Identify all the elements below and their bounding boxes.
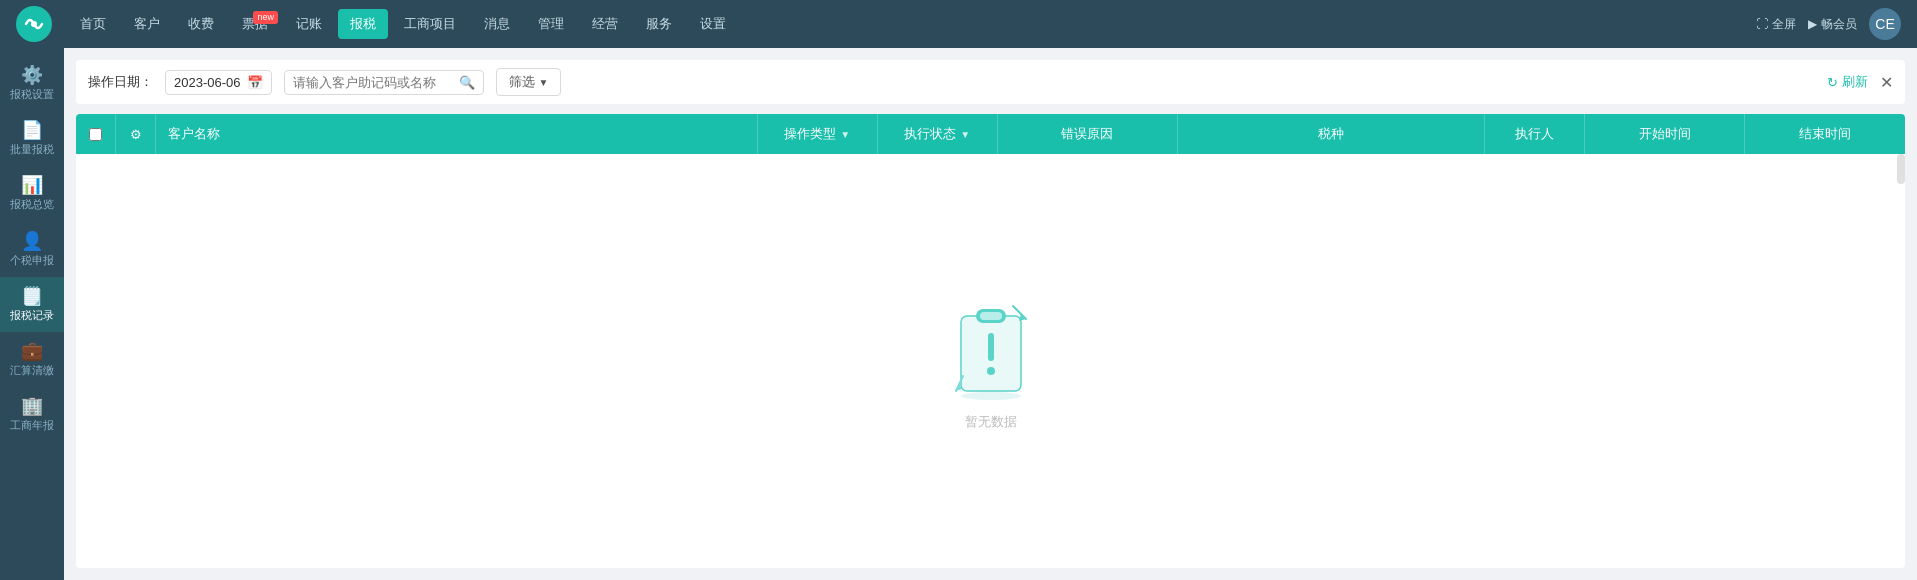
nav-item-customer[interactable]: 客户	[122, 9, 172, 39]
toolbar: 操作日期： 2023-06-06 📅 🔍 筛选 ▼ ↻ 刷新 ✕	[76, 60, 1905, 104]
member-icon: ▶	[1808, 17, 1817, 31]
nav-item-service[interactable]: 服务	[634, 9, 684, 39]
nav-item-fee[interactable]: 收费	[176, 9, 226, 39]
refresh-icon: ↻	[1827, 75, 1838, 90]
main-layout: ⚙️ 报税设置 📄 批量报税 📊 报税总览 👤 个税申报 🗒️ 报税记录 💼 汇…	[0, 48, 1917, 580]
th-gear[interactable]: ⚙	[116, 114, 156, 154]
sidebar-item-annual-report[interactable]: 🏢 工商年报	[0, 387, 64, 442]
top-nav: 首页 客户 收费 票据 new 记账 报税 工商项目 消息 管理 经营 服务 设…	[0, 0, 1917, 48]
sidebar-label-tax-settings: 报税设置	[10, 88, 54, 101]
nav-item-biz[interactable]: 工商项目	[392, 9, 468, 39]
calendar-icon: 📅	[247, 75, 263, 90]
svg-rect-5	[988, 333, 994, 361]
sidebar-label-tax-records: 报税记录	[10, 309, 54, 322]
sidebar-label-batch-tax: 批量报税	[10, 143, 54, 156]
th-checkbox[interactable]	[76, 114, 116, 154]
search-icon: 🔍	[459, 75, 475, 90]
sidebar-label-tax-overview: 报税总览	[10, 198, 54, 211]
logo[interactable]	[16, 6, 52, 42]
settings-icon: ⚙	[130, 127, 142, 142]
date-label: 操作日期：	[88, 73, 153, 91]
th-op-type: 操作类型 ▼	[758, 114, 878, 154]
fullscreen-btn[interactable]: ⛶ 全屏	[1756, 16, 1796, 33]
new-badge: new	[253, 11, 278, 24]
th-status: 执行状态 ▼	[878, 114, 998, 154]
select-all-checkbox[interactable]	[89, 128, 102, 141]
th-error: 错误原因	[998, 114, 1178, 154]
filter-btn[interactable]: 筛选 ▼	[496, 68, 562, 96]
nav-item-accounting[interactable]: 记账	[284, 9, 334, 39]
fullscreen-icon: ⛶	[1756, 17, 1768, 31]
empty-illustration	[941, 291, 1041, 401]
sidebar: ⚙️ 报税设置 📄 批量报税 📊 报税总览 👤 个税申报 🗒️ 报税记录 💼 汇…	[0, 48, 64, 580]
filter-label: 筛选	[509, 73, 535, 91]
batch-tax-icon: 📄	[21, 121, 43, 139]
svg-rect-4	[980, 312, 1002, 320]
date-value: 2023-06-06	[174, 75, 241, 90]
annual-settle-icon: 💼	[21, 342, 43, 360]
sidebar-item-tax-settings[interactable]: ⚙️ 报税设置	[0, 56, 64, 111]
close-btn[interactable]: ✕	[1880, 73, 1893, 92]
personal-tax-icon: 👤	[21, 232, 43, 250]
sidebar-item-personal-tax[interactable]: 👤 个税申报	[0, 222, 64, 277]
scrollbar[interactable]	[1897, 154, 1905, 184]
th-customer-name: 客户名称	[156, 114, 758, 154]
sidebar-item-annual-settle[interactable]: 💼 汇算清缴	[0, 332, 64, 387]
search-input[interactable]	[293, 75, 453, 90]
svg-point-6	[987, 367, 995, 375]
svg-point-1	[31, 21, 37, 27]
sidebar-label-annual-report: 工商年报	[10, 419, 54, 432]
th-executor: 执行人	[1485, 114, 1585, 154]
annual-report-icon: 🏢	[21, 397, 43, 415]
nav-items: 首页 客户 收费 票据 new 记账 报税 工商项目 消息 管理 经营 服务 设…	[68, 9, 1756, 39]
nav-item-manage[interactable]: 管理	[526, 9, 576, 39]
nav-item-tax[interactable]: 报税	[338, 9, 388, 39]
table-header: ⚙ 客户名称 操作类型 ▼ 执行状态 ▼ 错误原因 税种	[76, 114, 1905, 154]
sidebar-item-tax-records[interactable]: 🗒️ 报税记录	[0, 277, 64, 332]
filter-icon-op[interactable]: ▼	[840, 129, 850, 140]
avatar[interactable]: CE	[1869, 8, 1901, 40]
sidebar-item-batch-tax[interactable]: 📄 批量报税	[0, 111, 64, 166]
empty-text: 暂无数据	[965, 413, 1017, 431]
member-btn[interactable]: ▶ 畅会员	[1808, 16, 1857, 33]
refresh-btn[interactable]: ↻ 刷新	[1827, 73, 1868, 91]
filter-icon-status[interactable]: ▼	[960, 129, 970, 140]
tax-settings-icon: ⚙️	[21, 66, 43, 84]
table-wrapper: ⚙ 客户名称 操作类型 ▼ 执行状态 ▼ 错误原因 税种	[76, 114, 1905, 568]
nav-item-settings[interactable]: 设置	[688, 9, 738, 39]
search-box[interactable]: 🔍	[284, 70, 484, 95]
sidebar-label-annual-settle: 汇算清缴	[10, 364, 54, 377]
nav-item-home[interactable]: 首页	[68, 9, 118, 39]
content-area: 操作日期： 2023-06-06 📅 🔍 筛选 ▼ ↻ 刷新 ✕	[64, 48, 1917, 580]
th-end-time: 结束时间	[1745, 114, 1905, 154]
nav-item-message[interactable]: 消息	[472, 9, 522, 39]
nav-item-invoice[interactable]: 票据 new	[230, 9, 280, 39]
th-start-time: 开始时间	[1585, 114, 1745, 154]
tax-overview-icon: 📊	[21, 176, 43, 194]
th-tax-type: 税种	[1178, 114, 1485, 154]
table-body: 暂无数据	[76, 154, 1905, 568]
sidebar-label-personal-tax: 个税申报	[10, 254, 54, 267]
date-input[interactable]: 2023-06-06 📅	[165, 70, 272, 95]
chevron-down-icon: ▼	[539, 77, 549, 88]
sidebar-item-tax-overview[interactable]: 📊 报税总览	[0, 166, 64, 221]
svg-point-9	[961, 392, 1021, 400]
toolbar-right: ↻ 刷新 ✕	[1827, 73, 1893, 92]
top-right: ⛶ 全屏 ▶ 畅会员 CE	[1756, 8, 1901, 40]
tax-records-icon: 🗒️	[21, 287, 43, 305]
nav-item-business[interactable]: 经营	[580, 9, 630, 39]
empty-state: 暂无数据	[941, 291, 1041, 431]
